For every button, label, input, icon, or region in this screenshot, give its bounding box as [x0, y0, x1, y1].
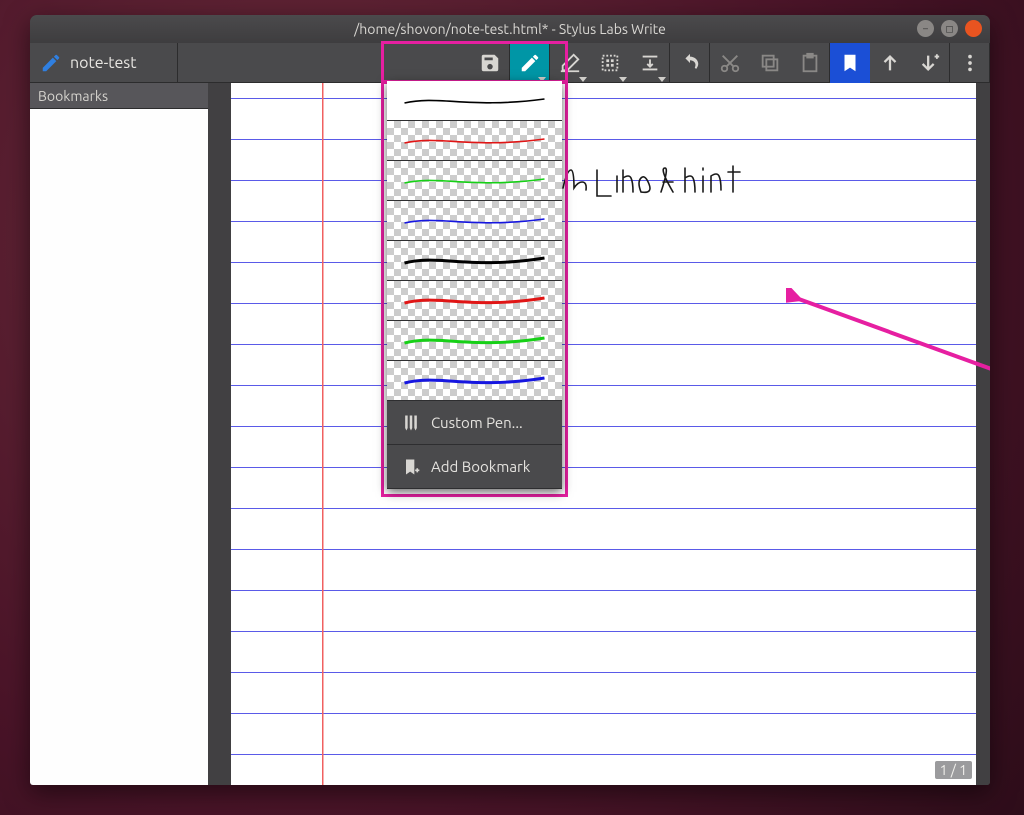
annotation-arrow [786, 288, 990, 388]
paste-icon [799, 52, 821, 74]
bookmark-button[interactable] [830, 43, 870, 83]
minimize-button[interactable]: – [917, 20, 934, 37]
dropdown-icon [579, 77, 587, 82]
pen-swatch-6[interactable] [387, 321, 562, 361]
custom-pen-label: Custom Pen... [431, 414, 523, 431]
arrow-down-plus-icon [919, 52, 941, 74]
bookmark-icon [839, 52, 861, 74]
save-button[interactable] [470, 43, 510, 83]
paste-button[interactable] [790, 43, 830, 83]
copy-icon [759, 52, 781, 74]
pen-dropdown: Custom Pen... Add Bookmark [387, 81, 562, 489]
pen-swatch-0[interactable] [387, 81, 562, 121]
pens-icon [401, 413, 421, 433]
custom-pen-item[interactable]: Custom Pen... [387, 401, 562, 445]
pen-swatch-5[interactable] [387, 281, 562, 321]
undo-icon [679, 52, 701, 74]
next-page-button[interactable] [910, 43, 950, 83]
eraser-icon [559, 52, 581, 74]
add-bookmark-item[interactable]: Add Bookmark [387, 445, 562, 489]
pen-swatch-4[interactable] [387, 241, 562, 281]
toolbar: note-test [30, 43, 990, 83]
pen-swatch-2[interactable] [387, 161, 562, 201]
arrow-up-icon [879, 52, 901, 74]
sidebar-header: Bookmarks [30, 83, 208, 109]
select-icon [599, 52, 621, 74]
pen-tool-button[interactable] [510, 43, 550, 83]
undo-button[interactable] [670, 43, 710, 83]
bookmark-add-icon [401, 457, 421, 477]
pen-swatch-3[interactable] [387, 201, 562, 241]
handwriting-stroke [561, 158, 781, 208]
insert-space-icon [639, 52, 661, 74]
pencil-icon [40, 52, 62, 74]
document-tab-label: note-test [70, 54, 137, 72]
window-title: /home/shovon/note-test.html* - Stylus La… [354, 21, 666, 37]
bookmarks-list[interactable] [30, 109, 208, 785]
cut-icon [719, 52, 741, 74]
save-icon [479, 52, 501, 74]
cut-button[interactable] [710, 43, 750, 83]
pen-swatch-1[interactable] [387, 121, 562, 161]
maximize-button[interactable]: ◻ [941, 20, 958, 37]
overflow-menu-button[interactable] [950, 43, 990, 83]
eraser-tool-button[interactable] [550, 43, 590, 83]
sidebar: Bookmarks [30, 83, 208, 785]
window-controls: – ◻ [917, 20, 982, 37]
pen-icon [519, 52, 541, 74]
prev-page-button[interactable] [870, 43, 910, 83]
add-bookmark-label: Add Bookmark [431, 458, 530, 475]
close-button[interactable] [965, 20, 982, 37]
title-bar: /home/shovon/note-test.html* - Stylus La… [30, 15, 990, 43]
select-tool-button[interactable] [590, 43, 630, 83]
dropdown-icon [619, 77, 627, 82]
canvas-area: to Linuxhint 1 / 1 [208, 83, 990, 785]
copy-button[interactable] [750, 43, 790, 83]
document-tab[interactable]: note-test [30, 43, 178, 83]
menu-dots-icon [959, 52, 981, 74]
paper-canvas[interactable]: to Linuxhint [231, 83, 976, 785]
app-window: /home/shovon/note-test.html* - Stylus La… [30, 15, 990, 785]
dropdown-icon [658, 77, 666, 82]
page-counter: 1 / 1 [935, 761, 972, 779]
pen-swatch-7[interactable] [387, 361, 562, 401]
insert-space-button[interactable] [630, 43, 670, 83]
